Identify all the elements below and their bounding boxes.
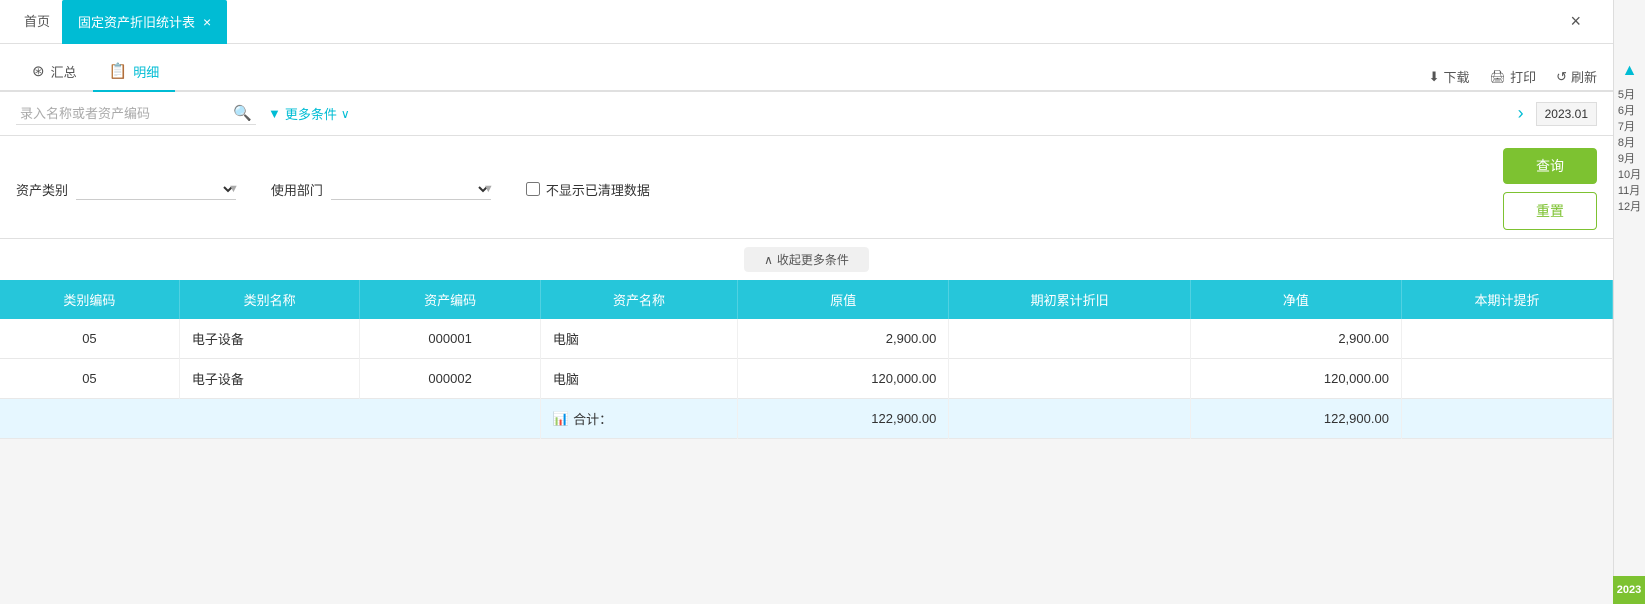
filter-buttons: 查询 重置 bbox=[1503, 148, 1597, 230]
chevron-down-icon: ∨ bbox=[341, 107, 350, 121]
cell-category-name: 电子设备 bbox=[179, 359, 360, 399]
close-window-btn[interactable]: × bbox=[1554, 11, 1597, 32]
search-icon[interactable]: 🔍 bbox=[233, 104, 252, 122]
top-nav: 首页 固定资产折旧统计表 × × bbox=[0, 0, 1613, 44]
cell-net-value: 2,900.00 bbox=[1190, 319, 1401, 359]
dept-label: 使用部门 bbox=[271, 180, 323, 199]
total-current-depreciation bbox=[1401, 399, 1612, 439]
cell-category-code: 05 bbox=[0, 319, 179, 359]
print-icon: 🖨 bbox=[1490, 69, 1507, 85]
sidebar-month-item[interactable]: 12月 bbox=[1614, 198, 1645, 216]
table-row: 05 电子设备 000002 电脑 120,000.00 120,000.00 bbox=[0, 359, 1613, 399]
reset-btn[interactable]: 重置 bbox=[1503, 192, 1597, 230]
cell-accumulated-depreciation bbox=[949, 359, 1190, 399]
collapse-row: ∧ 收起更多条件 bbox=[0, 239, 1613, 280]
cell-original-value: 120,000.00 bbox=[738, 359, 949, 399]
print-btn[interactable]: 🖨 打印 bbox=[1490, 67, 1537, 86]
asset-type-filter: 资产类别 ▼ bbox=[16, 178, 239, 200]
filter-icon: ▼ bbox=[268, 106, 281, 121]
home-tab[interactable]: 首页 bbox=[16, 0, 58, 44]
cell-asset-name: 电脑 bbox=[540, 319, 737, 359]
col-asset-code: 资产编码 bbox=[360, 280, 541, 319]
col-category-name: 类别名称 bbox=[179, 280, 360, 319]
total-row: 📊 合计： 122,900.00 122,900.00 bbox=[0, 399, 1613, 439]
hide-cleared-checkbox[interactable] bbox=[526, 182, 540, 196]
refresh-btn[interactable]: ↺ 刷新 bbox=[1556, 67, 1597, 86]
sidebar-up-btn[interactable]: ▲ bbox=[1620, 60, 1640, 82]
col-asset-name: 资产名称 bbox=[540, 280, 737, 319]
filter-area: 资产类别 ▼ 使用部门 ▼ 不显示已清理数据 bbox=[0, 136, 1613, 239]
asset-type-select[interactable] bbox=[76, 178, 236, 200]
refresh-icon: ↺ bbox=[1556, 69, 1567, 85]
detail-icon: 📋 bbox=[109, 62, 128, 80]
search-input-wrapper[interactable]: 🔍 bbox=[16, 102, 256, 125]
total-original-value: 122,900.00 bbox=[738, 399, 949, 439]
cell-original-value: 2,900.00 bbox=[738, 319, 949, 359]
hide-cleared-label: 不显示已清理数据 bbox=[546, 180, 650, 199]
cell-asset-code: 000001 bbox=[360, 319, 541, 359]
col-net-value: 净值 bbox=[1190, 280, 1401, 319]
collapse-icon: ∧ bbox=[764, 253, 773, 267]
search-input[interactable] bbox=[20, 106, 233, 121]
dept-select[interactable] bbox=[331, 178, 491, 200]
date-display: 2023.01 bbox=[1536, 102, 1597, 126]
tab-detail[interactable]: 📋 明细 bbox=[93, 52, 176, 92]
collapse-label: 收起更多条件 bbox=[777, 251, 849, 268]
query-btn[interactable]: 查询 bbox=[1503, 148, 1597, 184]
fixed-assets-tab[interactable]: 固定资产折旧统计表 × bbox=[62, 0, 227, 44]
toolbar-actions: ⬇ 下载 🖨 打印 ↺ 刷新 bbox=[1429, 67, 1597, 90]
close-tab-btn[interactable]: × bbox=[203, 14, 211, 30]
cell-current-depreciation bbox=[1401, 359, 1612, 399]
col-current-depreciation: 本期计提折 bbox=[1401, 280, 1612, 319]
chevron-right-icon: › bbox=[1518, 103, 1524, 124]
table-header-row: 类别编码 类别名称 资产编码 资产名称 原值 期初累计折旧 净值 本期计提折 bbox=[0, 280, 1613, 319]
search-bar: 🔍 ▼ 更多条件 ∨ › 2023.01 bbox=[0, 92, 1613, 136]
tab-detail-label: 明细 bbox=[133, 62, 159, 81]
total-net-value: 122,900.00 bbox=[1190, 399, 1401, 439]
toolbar-tabs: ⊛ 汇总 📋 明细 ⬇ 下载 🖨 打印 ↺ 刷新 bbox=[0, 44, 1613, 92]
tab-summary[interactable]: ⊛ 汇总 bbox=[16, 52, 93, 92]
dept-filter: 使用部门 ▼ bbox=[271, 178, 494, 200]
table-container: 类别编码 类别名称 资产编码 资产名称 原值 期初累计折旧 净值 本期计提折 0… bbox=[0, 280, 1613, 439]
assets-table: 类别编码 类别名称 资产编码 资产名称 原值 期初累计折旧 净值 本期计提折 0… bbox=[0, 280, 1613, 439]
col-accumulated-depreciation: 期初累计折旧 bbox=[949, 280, 1190, 319]
total-label: 📊 合计： bbox=[540, 399, 737, 439]
more-conditions-btn[interactable]: ▼ 更多条件 ∨ bbox=[268, 104, 350, 123]
cell-asset-code: 000002 bbox=[360, 359, 541, 399]
total-accumulated-depreciation bbox=[949, 399, 1190, 439]
dept-arrow: ▼ bbox=[483, 183, 494, 195]
cell-current-depreciation bbox=[1401, 319, 1612, 359]
col-original-value: 原值 bbox=[738, 280, 949, 319]
total-icon: 📊 bbox=[553, 411, 569, 427]
download-icon: ⬇ bbox=[1429, 69, 1440, 85]
download-btn[interactable]: ⬇ 下载 bbox=[1429, 67, 1470, 86]
summary-icon: ⊛ bbox=[32, 62, 45, 80]
right-sidebar: ▲ 5月6月7月8月9月10月11月12月 2023 bbox=[1613, 0, 1645, 604]
tab-summary-label: 汇总 bbox=[51, 62, 77, 81]
cell-asset-name: 电脑 bbox=[540, 359, 737, 399]
col-category-code: 类别编码 bbox=[0, 280, 179, 319]
sidebar-months: 5月6月7月8月9月10月11月12月 bbox=[1614, 86, 1645, 214]
sidebar-year-badge[interactable]: 2023 bbox=[1613, 576, 1645, 604]
cell-net-value: 120,000.00 bbox=[1190, 359, 1401, 399]
total-label-cell bbox=[0, 399, 540, 439]
date-nav-btn[interactable]: › bbox=[1518, 103, 1524, 124]
cell-category-code: 05 bbox=[0, 359, 179, 399]
collapse-btn[interactable]: ∧ 收起更多条件 bbox=[744, 247, 869, 272]
asset-type-arrow: ▼ bbox=[228, 183, 239, 195]
tab-label: 固定资产折旧统计表 bbox=[78, 12, 195, 31]
cell-accumulated-depreciation bbox=[949, 319, 1190, 359]
cell-category-name: 电子设备 bbox=[179, 319, 360, 359]
asset-type-label: 资产类别 bbox=[16, 180, 68, 199]
table-row: 05 电子设备 000001 电脑 2,900.00 2,900.00 bbox=[0, 319, 1613, 359]
hide-cleared-filter: 不显示已清理数据 bbox=[526, 180, 650, 199]
